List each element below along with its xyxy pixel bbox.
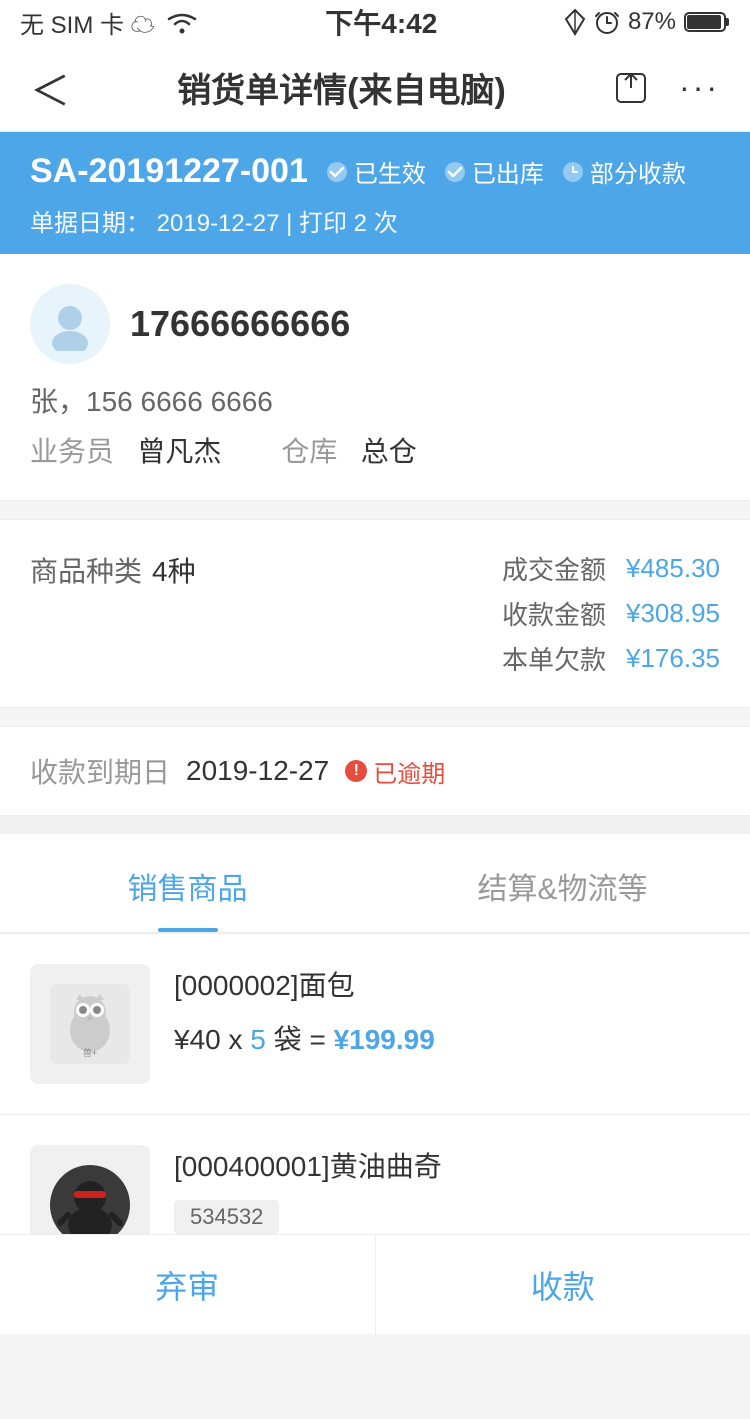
status-left: 无 SIM 卡 ☁ xyxy=(20,5,199,40)
status-right: 87% xyxy=(564,8,730,36)
tab-settlement-logistics[interactable]: 结算&物流等 xyxy=(375,834,750,932)
tab-sales-products[interactable]: 销售商品 xyxy=(0,834,375,932)
location-icon xyxy=(564,8,586,36)
bottom-bar: 弃审 收款 xyxy=(0,1234,750,1334)
more-button[interactable]: ··· xyxy=(679,69,720,106)
status-shipped: 已出库 xyxy=(444,154,544,189)
wifi-icon xyxy=(165,10,199,34)
check-icon-2 xyxy=(444,161,466,183)
tabs-container: 销售商品 结算&物流等 xyxy=(0,834,750,934)
clock-icon xyxy=(562,161,584,183)
alarm-icon xyxy=(594,9,620,35)
customer-id: 17666666666 xyxy=(130,303,350,345)
header-banner: SA-20191227-001 已生效 已出库 部分收款 单据日期： xyxy=(0,132,750,254)
customer-meta: 业务员 曾凡杰 仓库 总仓 xyxy=(30,430,720,470)
sim-status: 无 SIM 卡 ☁ xyxy=(20,5,155,40)
summary-section: 商品种类 4种 成交金额 ¥485.30 收款金额 ¥308.95 本单欠款 ¥… xyxy=(0,519,750,708)
nav-bar: ＜ 销货单详情(来自电脑) ··· xyxy=(0,44,750,132)
battery-icon xyxy=(684,10,730,34)
product-name-2: [000400001]黄油曲奇 xyxy=(174,1145,720,1185)
overdue-icon: ! xyxy=(345,760,367,782)
product-thumb-1: 兽+ xyxy=(30,964,150,1084)
product-info-1: [0000002]面包 ¥40 x 5 袋 = ¥199.99 xyxy=(174,964,720,1058)
status-time: 下午4:42 xyxy=(325,2,437,42)
avatar xyxy=(30,284,110,364)
customer-id-row: 17666666666 xyxy=(30,284,720,364)
deal-amount-row: 成交金额 ¥485.30 xyxy=(502,550,720,587)
product-image-1: 兽+ xyxy=(50,984,130,1064)
check-icon-1 xyxy=(326,161,348,183)
warehouse-info: 仓库 总仓 xyxy=(281,430,416,470)
nav-icons: ··· xyxy=(613,69,720,106)
order-id-row: SA-20191227-001 已生效 已出库 部分收款 xyxy=(30,152,720,191)
summary-row: 商品种类 4种 成交金额 ¥485.30 收款金额 ¥308.95 本单欠款 ¥… xyxy=(30,550,720,677)
arrears-amount-row: 本单欠款 ¥176.35 xyxy=(502,640,720,677)
collect-button[interactable]: 收款 xyxy=(376,1235,750,1334)
amount-info: 成交金额 ¥485.30 收款金额 ¥308.95 本单欠款 ¥176.35 xyxy=(502,550,720,677)
status-effective: 已生效 xyxy=(326,154,426,189)
receive-amount-row: 收款金额 ¥308.95 xyxy=(502,595,720,632)
overdue-badge: ! 已逾期 xyxy=(345,754,445,789)
svg-text:兽+: 兽+ xyxy=(83,1047,97,1058)
nav-title: 销货单详情(来自电脑) xyxy=(177,63,506,112)
bottom-spacer xyxy=(0,1319,750,1419)
user-avatar-icon xyxy=(43,297,97,351)
battery-text: 87% xyxy=(628,8,676,36)
product-price-1: ¥40 x 5 袋 = ¥199.99 xyxy=(174,1018,720,1058)
status-bar: 无 SIM 卡 ☁ 下午4:42 87% xyxy=(0,0,750,44)
product-item-1: 兽+ [0000002]面包 ¥40 x 5 袋 = ¥199.99 xyxy=(0,934,750,1115)
due-section: 收款到期日 2019-12-27 ! 已逾期 xyxy=(0,726,750,816)
product-sku-2: 534532 xyxy=(174,1200,279,1234)
order-id: SA-20191227-001 xyxy=(30,152,308,191)
share-icon[interactable] xyxy=(613,70,649,106)
product-name-1: [0000002]面包 xyxy=(174,964,720,1004)
header-date-row: 单据日期： 2019-12-27 | 打印 2 次 xyxy=(30,203,720,238)
customer-contact: 张，156 6666 6666 xyxy=(30,380,720,420)
salesman-info: 业务员 曾凡杰 xyxy=(30,430,221,470)
back-button[interactable]: ＜ xyxy=(30,59,70,117)
customer-section: 17666666666 张，156 6666 6666 业务员 曾凡杰 仓库 总… xyxy=(0,254,750,501)
section-divider xyxy=(0,816,750,834)
product-image-2 xyxy=(50,1165,130,1245)
product-type-info: 商品种类 4种 xyxy=(30,550,196,590)
status-partial: 部分收款 xyxy=(562,154,686,189)
cancel-audit-button[interactable]: 弃审 xyxy=(0,1235,376,1334)
